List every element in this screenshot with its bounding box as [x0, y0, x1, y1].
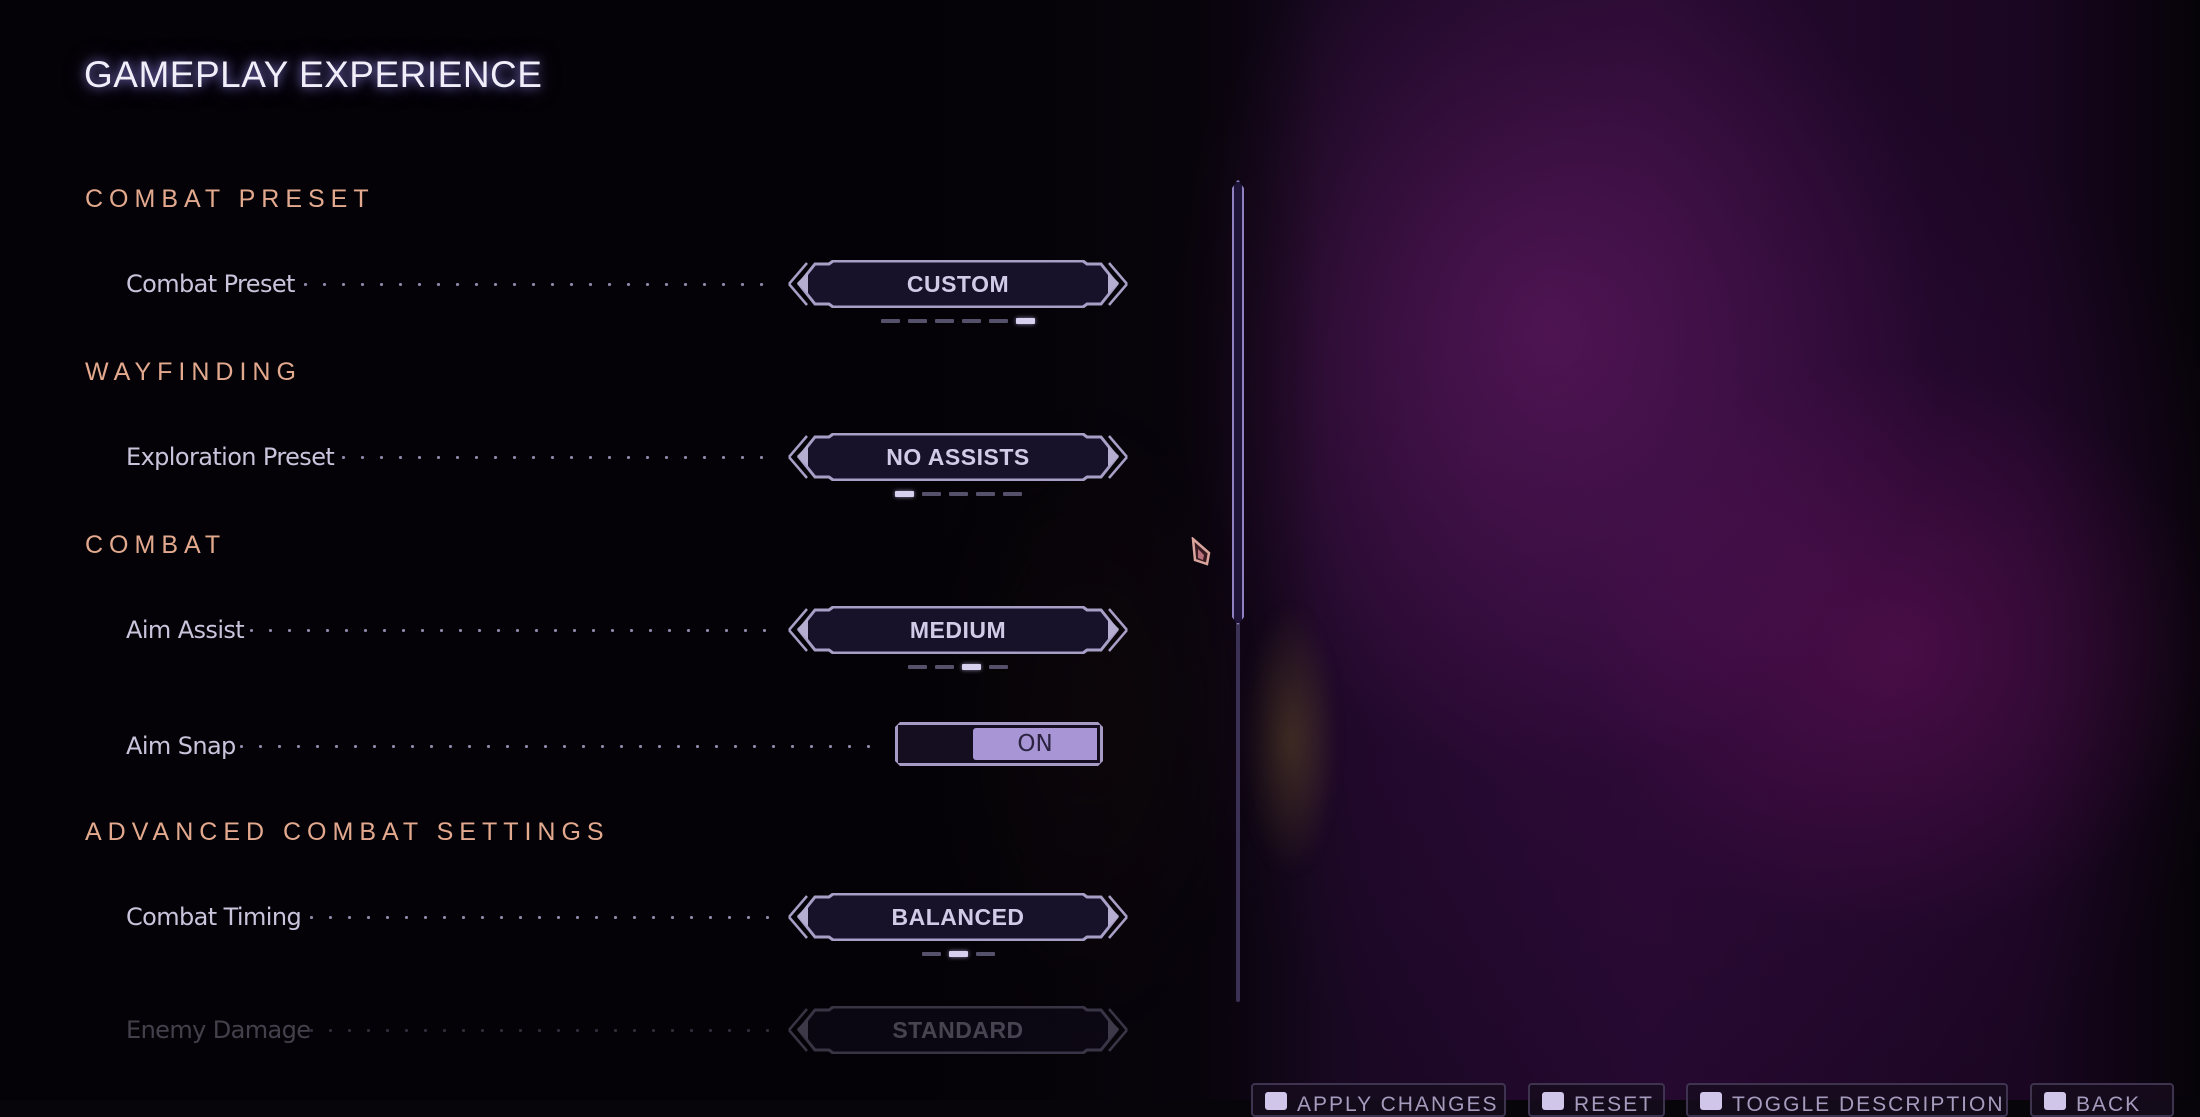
- section-title-advanced-combat-settings: ADVANCED COMBAT SETTINGS: [85, 818, 610, 846]
- selector-value: CUSTOM: [906, 271, 1010, 297]
- selector-value: BALANCED: [891, 904, 1025, 930]
- setting-label: Combat Timing: [126, 903, 302, 931]
- button-label: BACK: [2076, 1093, 2142, 1116]
- arrow-left-icon[interactable]: [797, 445, 808, 467]
- option-pip: [962, 319, 981, 323]
- scrollbar-thumb[interactable]: [1232, 180, 1244, 625]
- controller-button-icon: [1700, 1092, 1722, 1110]
- option-pip: [935, 319, 954, 323]
- option-pip: [989, 665, 1008, 669]
- dot-leader: [296, 283, 776, 286]
- controller-button-icon: [1265, 1092, 1287, 1110]
- arrow-right-icon[interactable]: [1108, 1018, 1119, 1040]
- setting-label: Aim Assist: [126, 616, 245, 644]
- controller-button-icon: [1542, 1092, 1564, 1110]
- option-indicator: [785, 318, 1131, 324]
- cursor-icon: [1191, 537, 1211, 566]
- option-indicator: [785, 491, 1131, 497]
- setting-row-exploration-preset[interactable]: Exploration Preset NO ASSISTS: [126, 433, 1136, 497]
- option-pip: [908, 665, 927, 669]
- page-title: GAMEPLAY EXPERIENCE: [84, 54, 543, 95]
- arrow-right-icon[interactable]: [1108, 618, 1119, 640]
- button-label: APPLY CHANGES: [1297, 1093, 1499, 1116]
- arrow-right-icon[interactable]: [1108, 272, 1119, 294]
- section-title-combat-preset: COMBAT PRESET: [85, 185, 375, 213]
- selector-value: STANDARD: [892, 1017, 1024, 1043]
- option-pip: [948, 492, 968, 496]
- option-pip: [1002, 492, 1022, 496]
- option-indicator: [785, 664, 1131, 670]
- option-pip: [935, 665, 954, 669]
- arrow-left-icon[interactable]: [797, 618, 808, 640]
- option-pip: [921, 952, 941, 956]
- arrow-left-icon[interactable]: [797, 1018, 808, 1040]
- toggle-state: ON: [973, 728, 1097, 760]
- selector-value: MEDIUM: [909, 617, 1007, 643]
- setting-row-combat-timing[interactable]: Combat Timing BALANCED: [126, 893, 1136, 957]
- dot-leader: [334, 456, 776, 459]
- dot-leader: [242, 629, 776, 632]
- button-label: RESET: [1574, 1093, 1655, 1116]
- option-pip: [975, 492, 995, 496]
- setting-row-enemy-damage[interactable]: Enemy Damage STANDARD: [126, 1006, 1136, 1054]
- option-pip: [975, 952, 995, 956]
- setting-label: Combat Preset: [126, 270, 295, 298]
- apply-changes-button[interactable]: APPLY CHANGES: [1251, 1083, 1506, 1117]
- option-pip-active: [1016, 318, 1035, 324]
- section-title-combat: COMBAT: [85, 531, 227, 559]
- dot-leader: [302, 916, 776, 919]
- combat-preset-selector[interactable]: CUSTOM: [785, 260, 1131, 324]
- selector-value: NO ASSISTS: [886, 444, 1030, 470]
- option-pip: [881, 319, 900, 323]
- setting-row-aim-snap[interactable]: Aim Snap ON: [126, 722, 1136, 770]
- option-indicator: [785, 951, 1131, 957]
- controller-button-icon: [2044, 1092, 2066, 1110]
- dot-leader: [232, 745, 886, 748]
- arrow-left-icon[interactable]: [797, 905, 808, 927]
- arrow-left-icon[interactable]: [797, 272, 808, 294]
- option-pip-active: [948, 951, 968, 957]
- arrow-right-icon[interactable]: [1108, 445, 1119, 467]
- setting-label: Enemy Damage: [126, 1016, 311, 1044]
- setting-row-aim-assist[interactable]: Aim Assist MEDIUM: [126, 606, 1136, 670]
- option-pip: [989, 319, 1008, 323]
- aim-assist-selector[interactable]: MEDIUM: [785, 606, 1131, 670]
- section-title-wayfinding: WAYFINDING: [85, 358, 302, 386]
- option-pip-active: [894, 491, 914, 497]
- arrow-right-icon[interactable]: [1108, 905, 1119, 927]
- combat-timing-selector[interactable]: BALANCED: [785, 893, 1131, 957]
- option-pip: [908, 319, 927, 323]
- setting-label: Aim Snap: [126, 732, 236, 760]
- aim-snap-toggle[interactable]: ON: [895, 722, 1103, 766]
- reset-button[interactable]: RESET: [1528, 1083, 1665, 1117]
- exploration-preset-selector[interactable]: NO ASSISTS: [785, 433, 1131, 497]
- toggle-description-button[interactable]: TOGGLE DESCRIPTION: [1686, 1083, 2008, 1117]
- setting-label: Exploration Preset: [126, 443, 335, 471]
- dot-leader: [302, 1029, 776, 1032]
- option-pip-active: [962, 664, 981, 670]
- bottom-action-bar: APPLY CHANGES RESET TOGGLE DESCRIPTION B…: [0, 1083, 2200, 1117]
- enemy-damage-selector[interactable]: STANDARD: [785, 1006, 1131, 1054]
- setting-row-combat-preset[interactable]: Combat Preset CUSTOM: [126, 260, 1136, 324]
- back-button[interactable]: BACK: [2030, 1083, 2174, 1117]
- option-pip: [921, 492, 941, 496]
- button-label: TOGGLE DESCRIPTION: [1732, 1093, 2005, 1116]
